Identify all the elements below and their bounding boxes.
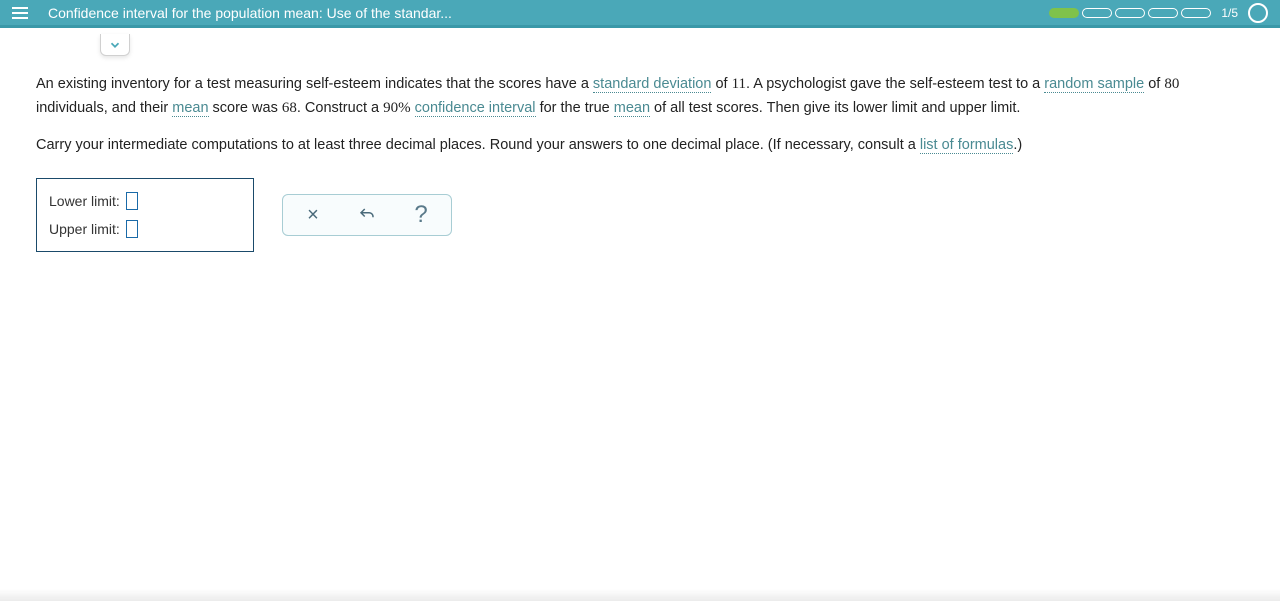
upper-limit-label: Upper limit: xyxy=(49,218,120,240)
link-mean-1[interactable]: mean xyxy=(172,100,208,117)
progress-segment-5 xyxy=(1181,8,1211,18)
link-random-sample[interactable]: random sample xyxy=(1044,76,1144,93)
lower-limit-line: Lower limit: xyxy=(49,187,241,215)
upper-limit-line: Upper limit: xyxy=(49,215,241,243)
text-segment: of xyxy=(1144,76,1164,92)
answer-row: Lower limit: Upper limit: × ? xyxy=(36,178,1244,253)
link-standard-deviation[interactable]: standard deviation xyxy=(593,76,712,93)
text-segment: individuals, and their xyxy=(36,100,172,116)
collapse-toggle[interactable] xyxy=(100,34,130,56)
header-right: 1/5 xyxy=(1049,3,1268,23)
page-title: Confidence interval for the population m… xyxy=(48,5,452,21)
help-button[interactable]: ? xyxy=(409,203,433,227)
lower-limit-input[interactable] xyxy=(126,192,138,210)
value-sd: 11 xyxy=(732,76,746,92)
chevron-down-icon xyxy=(108,38,122,52)
upper-limit-input[interactable] xyxy=(126,220,138,238)
text-segment: An existing inventory for a test measuri… xyxy=(36,76,593,92)
content-area: An existing inventory for a test measuri… xyxy=(0,28,1280,272)
progress-segment-3 xyxy=(1115,8,1145,18)
answer-box: Lower limit: Upper limit: xyxy=(36,178,254,253)
text-segment: . Construct a xyxy=(297,100,383,116)
control-box: × ? xyxy=(282,194,452,236)
value-n: 80 xyxy=(1164,76,1179,92)
lower-limit-label: Lower limit: xyxy=(49,190,120,212)
undo-icon xyxy=(358,206,376,224)
problem-paragraph-1: An existing inventory for a test measuri… xyxy=(36,72,1244,120)
header-left: Confidence interval for the population m… xyxy=(12,5,452,21)
text-segment: for the true xyxy=(536,100,614,116)
progress-segment-1 xyxy=(1049,8,1079,18)
link-list-of-formulas[interactable]: list of formulas xyxy=(920,137,1013,154)
clear-button[interactable]: × xyxy=(301,203,325,227)
text-segment: score was xyxy=(209,100,282,116)
progress-bar xyxy=(1049,8,1211,18)
text-segment: .) xyxy=(1013,137,1022,153)
x-icon: × xyxy=(307,199,319,231)
problem-paragraph-2: Carry your intermediate computations to … xyxy=(36,134,1244,157)
progress-text: 1/5 xyxy=(1221,6,1238,20)
text-segment: Carry your intermediate computations to … xyxy=(36,137,920,153)
bottom-shade xyxy=(0,589,1280,601)
reset-button[interactable] xyxy=(355,203,379,227)
header-bar: Confidence interval for the population m… xyxy=(0,0,1280,28)
question-icon: ? xyxy=(414,196,427,234)
hamburger-menu-icon[interactable] xyxy=(12,7,28,19)
text-segment: of all test scores. Then give its lower … xyxy=(650,100,1020,116)
text-segment: . A psychologist gave the self-esteem te… xyxy=(746,76,1044,92)
link-mean-2[interactable]: mean xyxy=(614,100,650,117)
value-confidence: 90% xyxy=(383,100,411,116)
progress-segment-2 xyxy=(1082,8,1112,18)
circle-icon[interactable] xyxy=(1248,3,1268,23)
link-confidence-interval[interactable]: confidence interval xyxy=(415,100,536,117)
value-mean: 68 xyxy=(282,100,297,116)
text-segment: of xyxy=(711,76,731,92)
progress-segment-4 xyxy=(1148,8,1178,18)
